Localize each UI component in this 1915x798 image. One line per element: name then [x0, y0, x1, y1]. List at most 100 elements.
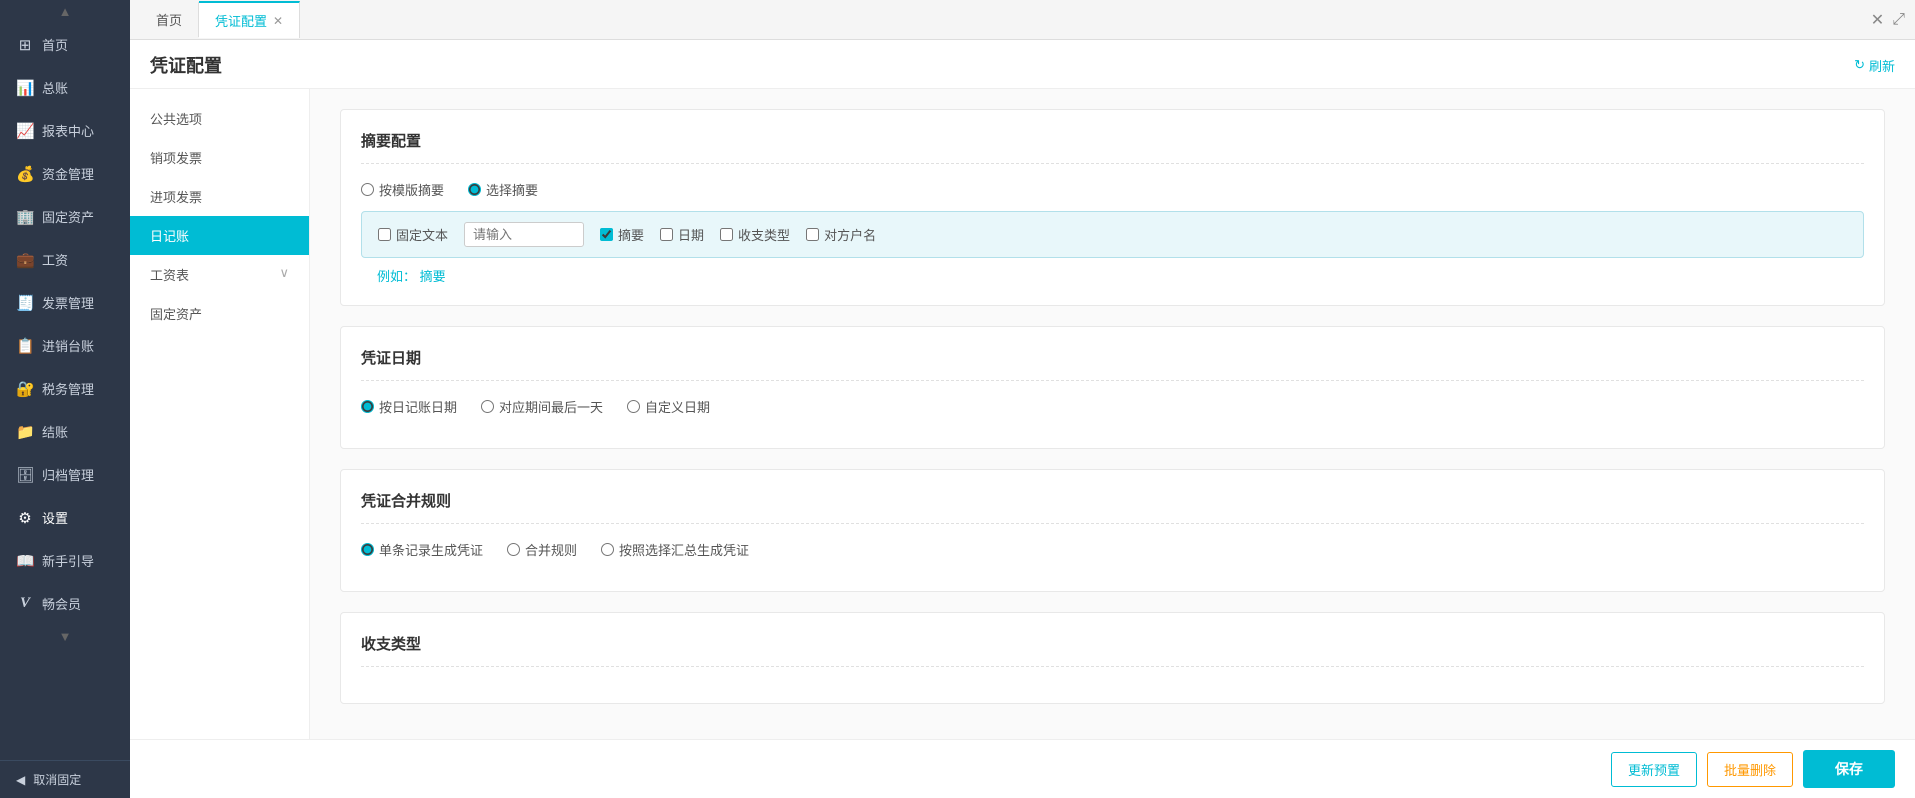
- tab-close-icon[interactable]: ✕: [273, 14, 283, 28]
- template-radio-input[interactable]: [361, 183, 374, 196]
- right-content: 摘要配置 按模版摘要 选择摘要 固定文本: [310, 89, 1915, 798]
- sidebar-item-reports[interactable]: 📈 报表中心: [0, 109, 130, 152]
- example-label: 例如：: [377, 269, 416, 284]
- example-value: 摘要: [420, 269, 446, 284]
- single-record-label: 单条记录生成凭证: [379, 540, 483, 559]
- single-record-input[interactable]: [361, 543, 374, 556]
- select-merge-label: 按照选择汇总生成凭证: [619, 540, 749, 559]
- sidebar-item-guide[interactable]: 📖 新手引导: [0, 539, 130, 582]
- counterparty-input[interactable]: [806, 228, 819, 241]
- sidebar-item-archive-label: 归档管理: [42, 465, 94, 484]
- income-type-input[interactable]: [720, 228, 733, 241]
- save-button[interactable]: 保存: [1803, 750, 1895, 788]
- date-input[interactable]: [660, 228, 673, 241]
- sidebar-item-invoice[interactable]: 🧾 发票管理: [0, 281, 130, 324]
- fixed-text-checkbox[interactable]: 固定文本: [378, 225, 448, 244]
- tabbar-right: ✕ ⤢: [1871, 10, 1905, 30]
- left-nav-fixed-assets[interactable]: 固定资产: [130, 294, 309, 333]
- update-preset-button[interactable]: 更新预置: [1611, 752, 1697, 787]
- single-record-radio[interactable]: 单条记录生成凭证: [361, 540, 483, 559]
- custom-date-radio[interactable]: 自定义日期: [627, 397, 710, 416]
- merge-rule-input[interactable]: [507, 543, 520, 556]
- summary-template-radio[interactable]: 按模版摘要: [361, 180, 444, 199]
- select-radio-input[interactable]: [468, 183, 481, 196]
- sidebar-item-vip[interactable]: V 畅会员: [0, 582, 130, 625]
- sidebar-item-close[interactable]: 📁 结账: [0, 410, 130, 453]
- batch-delete-button[interactable]: 批量删除: [1707, 752, 1793, 787]
- summary-select-radio[interactable]: 选择摘要: [468, 180, 538, 199]
- sidebar-item-vip-label: 畅会员: [42, 594, 81, 613]
- left-nav: 公共选项 销项发票 进项发票 日记账 工资表 ∨ 固定资产: [130, 89, 310, 798]
- income-section-title: 收支类型: [361, 633, 1864, 667]
- sidebar-item-tax-label: 税务管理: [42, 379, 94, 398]
- sidebar-item-settings-label: 设置: [42, 508, 68, 527]
- left-nav-fixed-assets-label: 固定资产: [150, 307, 202, 322]
- sidebar-item-tax[interactable]: 🔐 税务管理: [0, 367, 130, 410]
- refresh-button[interactable]: ↻ 刷新: [1854, 56, 1895, 75]
- date-checkbox[interactable]: 日期: [660, 225, 704, 244]
- sidebar-item-close-label: 结账: [42, 422, 68, 441]
- sidebar-item-reconcile[interactable]: 📋 进销台账: [0, 324, 130, 367]
- sidebar-scroll-down[interactable]: ▼: [0, 625, 130, 648]
- left-nav-purchase-label: 进项发票: [150, 190, 202, 205]
- summary-input[interactable]: [600, 228, 613, 241]
- journal-date-label: 按日记账日期: [379, 397, 457, 416]
- journal-date-radio[interactable]: 按日记账日期: [361, 397, 457, 416]
- left-nav-public-label: 公共选项: [150, 112, 202, 127]
- template-radio-label: 按模版摘要: [379, 180, 444, 199]
- summary-checkbox-label: 摘要: [618, 225, 644, 244]
- left-nav-purchase[interactable]: 进项发票: [130, 177, 309, 216]
- left-nav-journal-label: 日记账: [150, 229, 189, 244]
- fixed-text-field[interactable]: [464, 222, 584, 247]
- sidebar-item-settings[interactable]: ⚙ 设置: [0, 496, 130, 539]
- reports-icon: 📈: [16, 122, 34, 140]
- tabbar: 首页 凭证配置 ✕ ✕ ⤢: [130, 0, 1915, 40]
- page-title: 凭证配置: [150, 52, 222, 78]
- window-maximize-icon[interactable]: ⤢: [1892, 11, 1905, 29]
- select-merge-input[interactable]: [601, 543, 614, 556]
- sidebar-item-assets-label: 固定资产: [42, 207, 94, 226]
- sidebar-item-home[interactable]: ⊞ 首页: [0, 23, 130, 66]
- sidebar-item-funds-label: 资金管理: [42, 164, 94, 183]
- sidebar-scroll-up[interactable]: ▲: [0, 0, 130, 23]
- left-nav-payroll[interactable]: 工资表 ∨: [130, 255, 309, 294]
- left-nav-public[interactable]: 公共选项: [130, 99, 309, 138]
- refresh-icon: ↻: [1854, 57, 1865, 73]
- sidebar-item-salary[interactable]: 💼 工资: [0, 238, 130, 281]
- counterparty-label: 对方户名: [824, 225, 876, 244]
- left-nav-journal[interactable]: 日记账: [130, 216, 309, 255]
- invoice-icon: 🧾: [16, 294, 34, 312]
- sidebar-item-archive[interactable]: 🗄 归档管理: [0, 453, 130, 496]
- guide-icon: 📖: [16, 552, 34, 570]
- ledger-icon: 📊: [16, 79, 34, 97]
- select-merge-radio[interactable]: 按照选择汇总生成凭证: [601, 540, 749, 559]
- income-type-checkbox[interactable]: 收支类型: [720, 225, 790, 244]
- journal-date-input[interactable]: [361, 400, 374, 413]
- window-close-icon[interactable]: ✕: [1871, 10, 1884, 30]
- counterparty-checkbox[interactable]: 对方户名: [806, 225, 876, 244]
- summary-checkbox[interactable]: 摘要: [600, 225, 644, 244]
- fixed-text-label: 固定文本: [396, 225, 448, 244]
- sidebar-item-funds[interactable]: 💰 资金管理: [0, 152, 130, 195]
- sidebar-unpin-label: 取消固定: [33, 771, 81, 788]
- tab-voucher[interactable]: 凭证配置 ✕: [199, 1, 300, 38]
- custom-date-input[interactable]: [627, 400, 640, 413]
- left-nav-sales-label: 销项发票: [150, 151, 202, 166]
- vip-icon: V: [16, 595, 34, 612]
- sidebar-unpin-button[interactable]: ◀ 取消固定: [0, 760, 130, 798]
- period-last-radio[interactable]: 对应期间最后一天: [481, 397, 603, 416]
- tab-home[interactable]: 首页: [140, 2, 199, 37]
- summary-checkbox-row: 固定文本 摘要 日期 收支类型: [361, 211, 1864, 258]
- sidebar-item-reconcile-label: 进销台账: [42, 336, 94, 355]
- summary-radio-group: 按模版摘要 选择摘要: [361, 180, 1864, 199]
- fixed-text-input[interactable]: [378, 228, 391, 241]
- reconcile-icon: 📋: [16, 337, 34, 355]
- sidebar-item-assets[interactable]: 🏢 固定资产: [0, 195, 130, 238]
- summary-section: 摘要配置 按模版摘要 选择摘要 固定文本: [340, 109, 1885, 306]
- sidebar-item-ledger[interactable]: 📊 总账: [0, 66, 130, 109]
- period-last-input[interactable]: [481, 400, 494, 413]
- date-section-title: 凭证日期: [361, 347, 1864, 381]
- merge-rule-radio[interactable]: 合并规则: [507, 540, 577, 559]
- left-nav-sales[interactable]: 销项发票: [130, 138, 309, 177]
- sidebar-item-guide-label: 新手引导: [42, 551, 94, 570]
